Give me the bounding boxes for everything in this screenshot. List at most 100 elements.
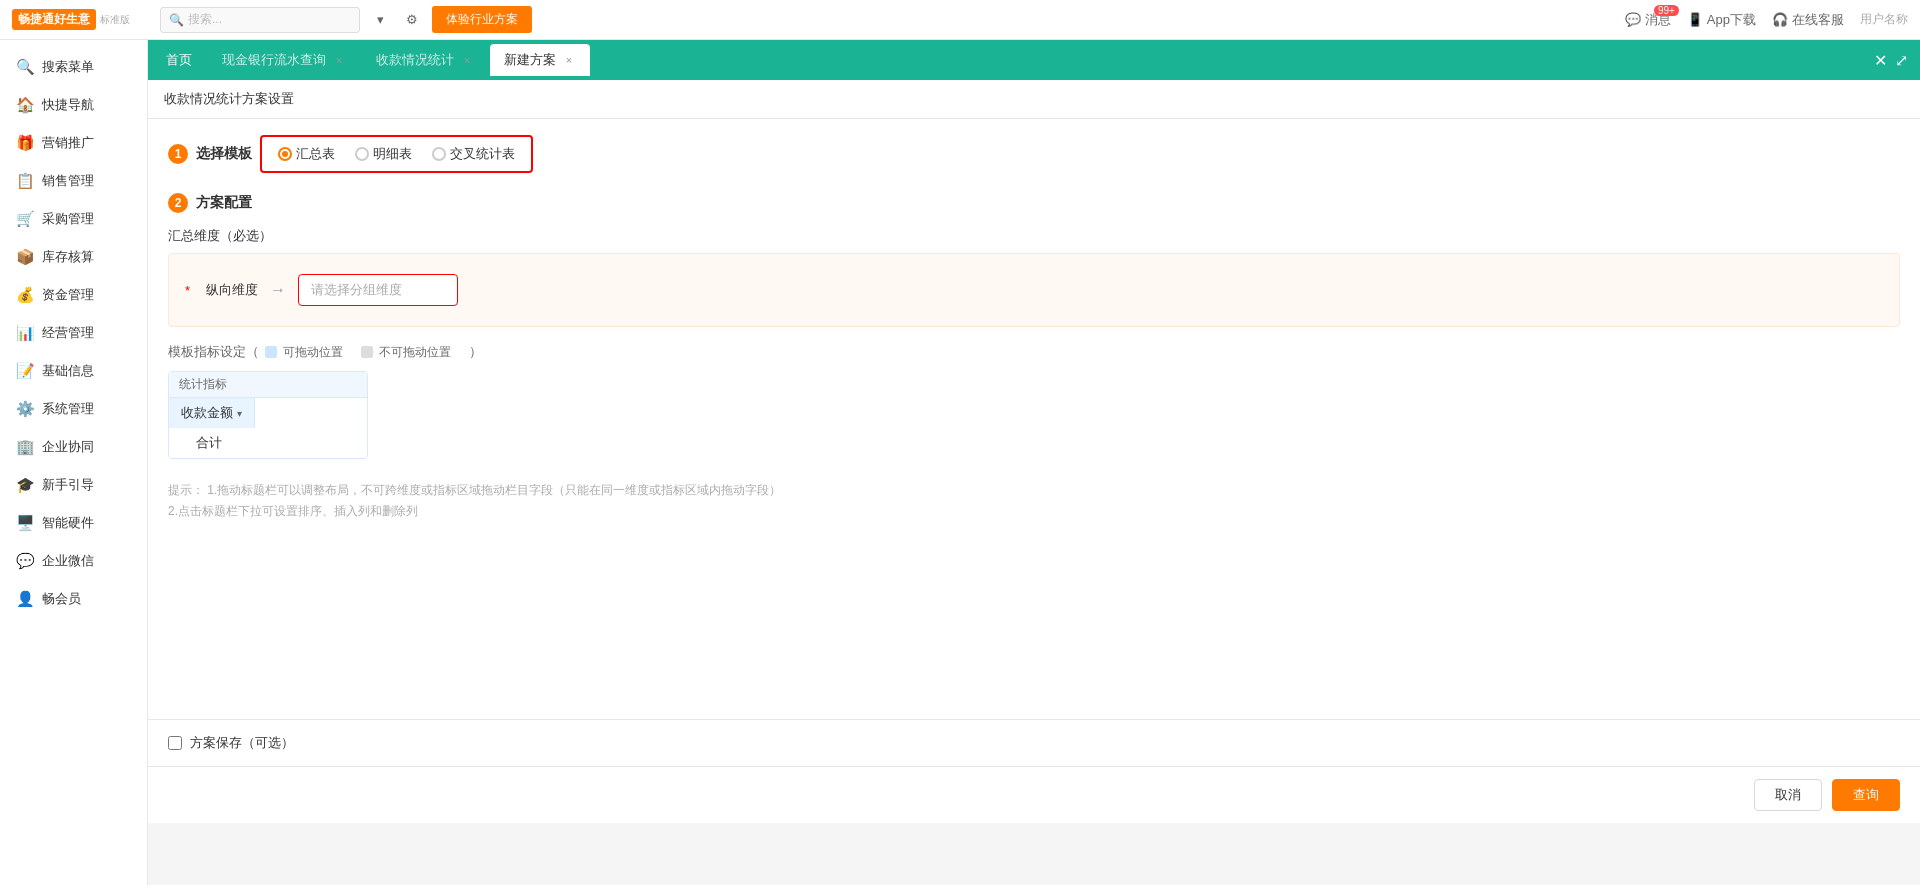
save-checkbox[interactable] xyxy=(168,736,182,750)
sidebar-label-management: 经营管理 xyxy=(42,324,94,342)
radio-summary[interactable]: 汇总表 xyxy=(278,145,335,163)
tab-home[interactable]: 首页 xyxy=(152,44,206,76)
radio-summary-dot xyxy=(278,147,292,161)
gear-icon[interactable]: ⚙ xyxy=(400,8,424,32)
stats-col1-label: 收款金额 xyxy=(181,404,233,422)
message-item[interactable]: 💬 消息 99+ xyxy=(1625,11,1671,29)
close-window-icon[interactable]: ✕ xyxy=(1874,51,1887,70)
user-name[interactable]: 用户名称 xyxy=(1860,11,1908,28)
dropdown-arrow[interactable]: ▾ xyxy=(368,8,392,32)
sidebar-label-sales: 销售管理 xyxy=(42,172,94,190)
vertical-dimension-label: 纵向维度 xyxy=(206,281,258,299)
sidebar-label-member: 畅会员 xyxy=(42,590,81,608)
money-icon: 💰 xyxy=(16,286,34,304)
stats-col1-header[interactable]: 收款金额 ▾ xyxy=(169,398,255,428)
sidebar-item-hardware[interactable]: 🖥️ 智能硬件 xyxy=(0,504,147,542)
tab-new-plan-close[interactable]: × xyxy=(562,53,576,67)
expand-icon[interactable]: ⤢ xyxy=(1895,51,1908,70)
sidebar: 🔍 搜索菜单 🏠 快捷导航 🎁 营销推广 📋 销售管理 🛒 采购管理 📦 库存核… xyxy=(0,40,148,885)
radio-cross[interactable]: 交叉统计表 xyxy=(432,145,515,163)
dimension-area: * 纵向维度 → 请选择分组维度 xyxy=(168,253,1900,327)
top-bar-right: 💬 消息 99+ 📱 App下载 🎧 在线客服 用户名称 xyxy=(1625,11,1908,29)
search-placeholder: 搜索... xyxy=(188,11,222,28)
indicator-settings: 模板指标设定（ 可拖动位置 不可拖动位置 ） xyxy=(168,343,1900,462)
radio-summary-label: 汇总表 xyxy=(296,145,335,163)
save-label: 方案保存（可选） xyxy=(190,734,294,752)
cart-icon: 🛒 xyxy=(16,210,34,228)
indicator-title-text: 模板指标设定（ xyxy=(168,343,259,361)
sidebar-item-basic-info[interactable]: 📝 基础信息 xyxy=(0,352,147,390)
hint2: 2.点击标题栏下拉可设置排序、插入列和删除列 xyxy=(168,503,1900,520)
tab-new-plan-label: 新建方案 xyxy=(504,51,556,69)
sidebar-item-management[interactable]: 📊 经营管理 xyxy=(0,314,147,352)
hint-area: 提示： 1.拖动标题栏可以调整布局，不可跨维度或指标区域拖动栏目字段（只能在同一… xyxy=(168,482,1900,520)
stats-row1-cell: 合计 xyxy=(169,428,249,458)
download-label: App下载 xyxy=(1707,11,1756,29)
home-icon: 🏠 xyxy=(16,96,34,114)
sidebar-item-finance[interactable]: 💰 资金管理 xyxy=(0,276,147,314)
form-area: 1 选择模板 汇总表 明细表 xyxy=(148,119,1920,719)
radio-cross-label: 交叉统计表 xyxy=(450,145,515,163)
stats-label: 统计指标 xyxy=(179,377,227,391)
service-icon: 🎧 xyxy=(1772,12,1788,27)
guide-icon: 🎓 xyxy=(16,476,34,494)
sidebar-label-purchase: 采购管理 xyxy=(42,210,94,228)
tab-cashflow-close[interactable]: × xyxy=(332,53,346,67)
sidebar-item-member[interactable]: 👤 畅会员 xyxy=(0,580,147,618)
cancel-button[interactable]: 取消 xyxy=(1754,779,1822,811)
non-draggable-label: 不可拖动位置 xyxy=(379,344,451,361)
sidebar-item-search[interactable]: 🔍 搜索菜单 xyxy=(0,48,147,86)
step1-number: 1 xyxy=(168,144,188,164)
tab-cashflow[interactable]: 现金银行流水查询 × xyxy=(208,44,360,76)
chart-icon: 📊 xyxy=(16,324,34,342)
sidebar-item-sales[interactable]: 📋 销售管理 xyxy=(0,162,147,200)
sidebar-item-system[interactable]: ⚙️ 系统管理 xyxy=(0,390,147,428)
sidebar-label-finance: 资金管理 xyxy=(42,286,94,304)
stats-table: 统计指标 收款金额 ▾ 合计 xyxy=(168,371,368,459)
tab-payment-close[interactable]: × xyxy=(460,53,474,67)
search-icon: 🔍 xyxy=(16,58,34,76)
sidebar-label-collab: 企业协同 xyxy=(42,438,94,456)
message-badge: 99+ xyxy=(1654,5,1679,16)
sidebar-label-system: 系统管理 xyxy=(42,400,94,418)
draggable-legend: 可拖动位置 xyxy=(265,344,343,361)
stats-body-row: 合计 xyxy=(169,428,367,458)
required-star: * xyxy=(185,283,190,298)
tab-home-label: 首页 xyxy=(166,51,192,69)
step2-title: 方案配置 xyxy=(196,194,252,212)
query-button[interactable]: 查询 xyxy=(1832,779,1900,811)
sidebar-item-wechat[interactable]: 💬 企业微信 xyxy=(0,542,147,580)
tab-payment[interactable]: 收款情况统计 × xyxy=(362,44,488,76)
arrow-icon: → xyxy=(270,281,286,299)
sidebar-item-inventory[interactable]: 📦 库存核算 xyxy=(0,238,147,276)
non-draggable-dot xyxy=(361,346,373,358)
sidebar-item-purchase[interactable]: 🛒 采购管理 xyxy=(0,200,147,238)
sidebar-item-collab[interactable]: 🏢 企业协同 xyxy=(0,428,147,466)
sidebar-item-guide[interactable]: 🎓 新手引导 xyxy=(0,466,147,504)
download-item[interactable]: 📱 App下载 xyxy=(1687,11,1756,29)
info-icon: 📝 xyxy=(16,362,34,380)
footer-bar: 取消 查询 xyxy=(148,766,1920,823)
non-draggable-legend: 不可拖动位置 xyxy=(361,344,451,361)
sidebar-label-search: 搜索菜单 xyxy=(42,58,94,76)
dimension-select[interactable]: 请选择分组维度 xyxy=(298,274,458,306)
step1-title: 选择模板 xyxy=(196,145,252,163)
industry-btn[interactable]: 体验行业方案 xyxy=(432,6,532,33)
step2-header: 2 方案配置 xyxy=(168,193,1900,213)
logo: 畅捷通好生意 标准版 xyxy=(12,2,152,38)
step2-number: 2 xyxy=(168,193,188,213)
tab-new-plan[interactable]: 新建方案 × xyxy=(490,44,590,76)
page-header: 收款情况统计方案设置 xyxy=(148,80,1920,119)
service-item[interactable]: 🎧 在线客服 xyxy=(1772,11,1844,29)
radio-detail-dot xyxy=(355,147,369,161)
sidebar-item-nav[interactable]: 🏠 快捷导航 xyxy=(0,86,147,124)
sidebar-item-marketing[interactable]: 🎁 营销推广 xyxy=(0,124,147,162)
tab-bar-actions: ✕ ⤢ xyxy=(1874,51,1916,70)
main-area: 首页 现金银行流水查询 × 收款情况统计 × 新建方案 × ✕ ⤢ xyxy=(148,40,1920,885)
radio-detail[interactable]: 明细表 xyxy=(355,145,412,163)
sidebar-label-hardware: 智能硬件 xyxy=(42,514,94,532)
search-bar[interactable]: 🔍 搜索... xyxy=(160,7,360,33)
sidebar-label-inventory: 库存核算 xyxy=(42,248,94,266)
dimension-row: * 纵向维度 → 请选择分组维度 xyxy=(185,274,1883,306)
sidebar-label-guide: 新手引导 xyxy=(42,476,94,494)
